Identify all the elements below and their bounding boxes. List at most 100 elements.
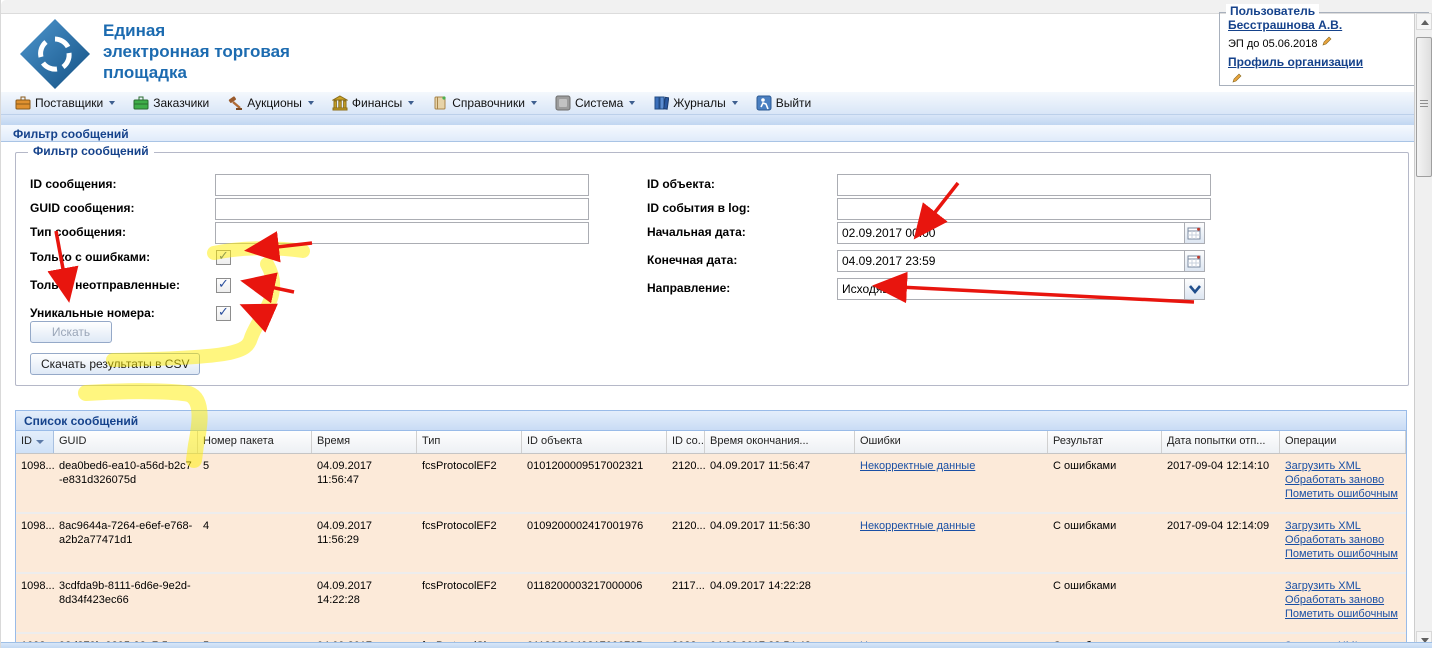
title-bar-top <box>1 115 1432 125</box>
message-guid-input[interactable] <box>215 198 589 220</box>
load-xml-link[interactable]: Загрузить XML <box>1285 459 1401 473</box>
column-header-end-time[interactable]: Время окончания... <box>705 431 855 453</box>
direction-combo-trigger[interactable] <box>1185 278 1205 300</box>
cell-object-id: 0101200009517002321 <box>527 460 644 472</box>
cell-end-time: 04.09.2017 11:56:30 <box>710 520 811 532</box>
filter-fieldset: Фильтр сообщений ID сообщения: GUID сооб… <box>15 144 1409 386</box>
edit-cert-pencil-icon[interactable] <box>1321 34 1333 52</box>
cell-object-id: 0109200002417001976 <box>527 520 644 532</box>
menu-item-suppliers[interactable]: Поставщики <box>9 93 121 113</box>
menu-item-label: Заказчики <box>153 96 210 110</box>
app-window: Единая электронная торговая площадка Пол… <box>0 0 1432 648</box>
vertical-scrollbar[interactable] <box>1414 13 1432 648</box>
scroll-up-button[interactable] <box>1416 13 1432 30</box>
cell-attempt-date: 2017-09-04 12:14:09 <box>1167 520 1270 532</box>
only-unsent-checkbox[interactable] <box>216 276 231 293</box>
menu-item-label: Система <box>574 96 624 110</box>
arrow-up-icon <box>1421 20 1429 25</box>
cell-errors: Некорректные данные <box>855 514 1048 572</box>
column-header-result[interactable]: Результат <box>1048 431 1162 453</box>
label-only-errors: Только с ошибками: <box>30 250 151 264</box>
mark-error-link[interactable]: Пометить ошибочным <box>1285 547 1401 561</box>
mark-error-link[interactable]: Пометить ошибочным <box>1285 607 1401 621</box>
object-id-input[interactable] <box>837 174 1211 196</box>
page-header: Единая электронная торговая площадка Пол… <box>1 4 1432 92</box>
menu-item-system[interactable]: Система <box>549 93 641 113</box>
cell-errors <box>855 574 1048 632</box>
label-direction: Направление: <box>647 281 731 295</box>
brand-title: Единая электронная торговая площадка <box>103 20 290 83</box>
label-message-type: Тип сообщения: <box>30 225 126 239</box>
cell-packet <box>198 574 312 632</box>
cell-id: 1098... <box>21 580 54 592</box>
bottom-strip <box>1 642 1432 648</box>
etp-logo[interactable] <box>17 16 93 92</box>
chevron-down-icon <box>530 101 537 105</box>
column-header-time[interactable]: Время <box>312 431 417 453</box>
filter-legend: Фильтр сообщений <box>28 144 154 158</box>
chevron-down-icon <box>629 101 636 105</box>
menu-item-customers[interactable]: Заказчики <box>127 93 215 113</box>
reprocess-link[interactable]: Обработать заново <box>1285 533 1401 547</box>
cell-id: 1098... <box>21 460 54 472</box>
label-only-unsent: Только неотправленные: <box>30 278 180 292</box>
mark-error-link[interactable]: Пометить ошибочным <box>1285 487 1401 501</box>
column-header-id[interactable]: ID <box>16 431 54 453</box>
only-errors-checkbox[interactable] <box>216 248 231 265</box>
org-profile-link[interactable]: Профиль организации <box>1228 55 1363 69</box>
column-header-operations[interactable]: Операции <box>1280 431 1406 453</box>
unique-numbers-checkbox[interactable] <box>216 304 231 321</box>
direction-combo-input[interactable] <box>837 278 1185 300</box>
message-id-input[interactable] <box>215 174 589 196</box>
bank-icon <box>330 95 349 111</box>
cell-operations: Загрузить XMLОбработать зановоПометить о… <box>1280 574 1406 632</box>
reprocess-link[interactable]: Обработать заново <box>1285 473 1401 487</box>
cell-operations: Загрузить XMLОбработать зановоПометить о… <box>1280 454 1406 512</box>
load-xml-link[interactable]: Загрузить XML <box>1285 579 1401 593</box>
end-date-input[interactable] <box>837 250 1185 272</box>
search-button[interactable]: Искать <box>30 321 112 343</box>
cell-guid: dea0bed6-ea10-a56d-b2c7-e831d326075d <box>59 460 192 486</box>
edit-org-pencil-icon[interactable] <box>1231 71 1243 89</box>
scrollbar-thumb[interactable] <box>1416 37 1432 177</box>
cell-end-time: 04.09.2017 11:56:47 <box>710 460 811 472</box>
column-header-guid[interactable]: GUID <box>54 431 198 453</box>
column-header-type[interactable]: Тип <box>417 431 522 453</box>
error-link[interactable]: Некорректные данные <box>860 460 975 472</box>
column-header-errors[interactable]: Ошибки <box>855 431 1048 453</box>
user-cert-text: ЭП до 05.06.2018 <box>1228 38 1318 51</box>
load-xml-link[interactable]: Загрузить XML <box>1285 519 1401 533</box>
table-row[interactable]: 1098... 3cdfda9b-8111-6d6e-9e2d-8d34f423… <box>16 574 1406 634</box>
column-header-attempt-date[interactable]: Дата попытки отп... <box>1162 431 1280 453</box>
log-event-id-input[interactable] <box>837 198 1211 220</box>
user-name-link[interactable]: Бесстрашнова А.В. <box>1228 18 1342 32</box>
start-date-input[interactable] <box>837 222 1185 244</box>
column-header-id-so[interactable]: ID со... <box>667 431 705 453</box>
table-row[interactable]: 1098... dea0bed6-ea10-a56d-b2c7-e831d326… <box>16 454 1406 514</box>
start-date-calendar-button[interactable] <box>1185 222 1205 244</box>
menu-item-finances[interactable]: Финансы <box>326 93 420 113</box>
briefcase-green-icon <box>133 95 149 111</box>
cell-result: С ошибками <box>1053 460 1117 472</box>
error-link[interactable]: Некорректные данные <box>860 520 975 532</box>
menu-item-auctions[interactable]: Аукционы <box>221 93 320 113</box>
grid-header-row: ID GUID Номер пакета Время Тип ID объект… <box>16 431 1406 454</box>
cell-errors: Некорректные данные <box>855 454 1048 512</box>
chevron-down-icon <box>307 101 314 105</box>
cell-end-time: 04.09.2017 14:22:28 <box>710 580 811 592</box>
page-title: Фильтр сообщений <box>1 125 1432 142</box>
table-row[interactable]: 1098... 8ac9644a-7264-e6ef-e768-a2b2a774… <box>16 514 1406 574</box>
menu-item-journals[interactable]: Журналы <box>647 93 743 113</box>
logo-diamond-icon <box>20 19 90 89</box>
reprocess-link[interactable]: Обработать заново <box>1285 593 1401 607</box>
label-end-date: Конечная дата: <box>647 253 738 267</box>
menu-item-references[interactable]: Справочники <box>426 93 543 113</box>
cell-operations: Загрузить XMLОбработать зановоПометить о… <box>1280 514 1406 572</box>
menu-item-exit[interactable]: Выйти <box>750 93 818 113</box>
window-top-strip <box>1 0 1432 14</box>
message-type-input[interactable] <box>215 222 589 244</box>
column-header-packet[interactable]: Номер пакета <box>198 431 312 453</box>
download-csv-button[interactable]: Скачать результаты в CSV <box>30 353 201 375</box>
end-date-calendar-button[interactable] <box>1185 250 1205 272</box>
column-header-object-id[interactable]: ID объекта <box>522 431 667 453</box>
